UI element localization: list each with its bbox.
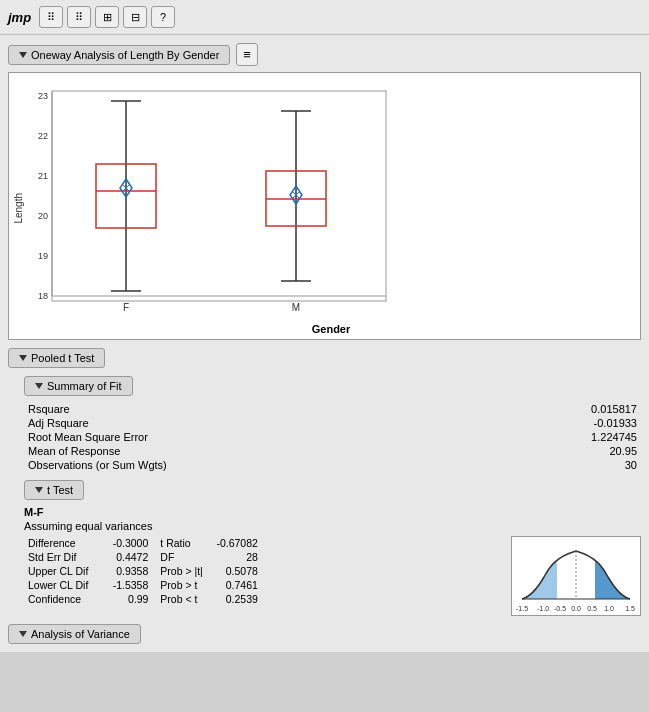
toolbar-btn-question[interactable]: ? bbox=[151, 6, 175, 28]
svg-rect-12 bbox=[52, 91, 386, 301]
svg-text:20: 20 bbox=[38, 211, 48, 221]
stat-value-mean: 20.95 bbox=[475, 444, 641, 458]
t-test-subsection: t Test M-F Assuming equal variances Diff… bbox=[24, 480, 641, 616]
t-row-label-0: Difference bbox=[24, 536, 92, 550]
t-row-val1-4: 0.99 bbox=[92, 592, 152, 606]
t-test-label: t Test bbox=[47, 484, 73, 496]
svg-text:-1.0: -1.0 bbox=[537, 605, 549, 612]
t-row-stat-label-0: t Ratio bbox=[152, 536, 207, 550]
summary-of-fit-section: Summary of Fit Rsquare 0.015817 Adj Rsqu… bbox=[24, 376, 641, 472]
stat-value-adj-rsquare: -0.01933 bbox=[475, 416, 641, 430]
t-test-data: Difference -0.3000 t Ratio -0.67082 Std … bbox=[24, 536, 507, 606]
table-row: Std Err Dif 0.4472 DF 28 bbox=[24, 550, 262, 564]
svg-text:-0.5: -0.5 bbox=[554, 605, 566, 612]
stat-value-rsquare: 0.015817 bbox=[475, 402, 641, 416]
stat-name-obs: Observations (or Sum Wgts) bbox=[24, 458, 475, 472]
summary-of-fit-btn[interactable]: Summary of Fit bbox=[24, 376, 133, 396]
summary-of-fit-label: Summary of Fit bbox=[47, 380, 122, 392]
chart-inner: Length 23 22 21 20 19 18 bbox=[13, 81, 636, 335]
t-row-label-4: Confidence bbox=[24, 592, 92, 606]
t-row-stat-label-2: Prob > |t| bbox=[152, 564, 207, 578]
svg-text:0.5: 0.5 bbox=[587, 605, 597, 612]
chart-svg: 23 22 21 20 19 18 bbox=[26, 81, 396, 321]
t-test-triangle-icon bbox=[35, 487, 43, 493]
stat-name-rmse: Root Mean Square Error bbox=[24, 430, 475, 444]
t-row-label-1: Std Err Dif bbox=[24, 550, 92, 564]
svg-text:M: M bbox=[292, 302, 300, 313]
toolbar-btn-grid[interactable]: ⊟ bbox=[123, 6, 147, 28]
t-row-stat-label-3: Prob > t bbox=[152, 578, 207, 592]
svg-text:23: 23 bbox=[38, 91, 48, 101]
t-row-val1-3: -1.5358 bbox=[92, 578, 152, 592]
table-row: Observations (or Sum Wgts) 30 bbox=[24, 458, 641, 472]
toolbar-btn-dots2[interactable]: ⠿ bbox=[39, 6, 63, 28]
svg-text:22: 22 bbox=[38, 131, 48, 141]
table-row: Difference -0.3000 t Ratio -0.67082 bbox=[24, 536, 262, 550]
table-row: Rsquare 0.015817 bbox=[24, 402, 641, 416]
toolbar-btn-dots4[interactable]: ⠿ bbox=[67, 6, 91, 28]
analysis-triangle-icon bbox=[19, 631, 27, 637]
t-row-stat-val-4: 0.2539 bbox=[207, 592, 262, 606]
stat-value-obs: 30 bbox=[475, 458, 641, 472]
svg-text:1.0: 1.0 bbox=[604, 605, 614, 612]
t-row-label-2: Upper CL Dif bbox=[24, 564, 92, 578]
t-row-val1-2: 0.9358 bbox=[92, 564, 152, 578]
t-row-val1-0: -0.3000 bbox=[92, 536, 152, 550]
chart-area: 23 22 21 20 19 18 bbox=[26, 81, 636, 335]
analysis-of-variance-label: Analysis of Variance bbox=[31, 628, 130, 640]
stat-name-mean: Mean of Response bbox=[24, 444, 475, 458]
main-content: Oneway Analysis of Length By Gender ≡ Le… bbox=[0, 35, 649, 652]
oneway-title: Oneway Analysis of Length By Gender bbox=[31, 49, 219, 61]
svg-text:0.0: 0.0 bbox=[571, 605, 581, 612]
t-row-stat-val-1: 28 bbox=[207, 550, 262, 564]
t-test-comparison: M-F bbox=[24, 506, 641, 518]
stat-name-rsquare: Rsquare bbox=[24, 402, 475, 416]
y-axis-label: Length bbox=[13, 193, 24, 224]
toolbar-btn-split[interactable]: ⊞ bbox=[95, 6, 119, 28]
t-row-stat-val-0: -0.67082 bbox=[207, 536, 262, 550]
table-row: Upper CL Dif 0.9358 Prob > |t| 0.5078 bbox=[24, 564, 262, 578]
svg-text:1.5: 1.5 bbox=[625, 605, 635, 612]
normal-curve-svg: -1.5 -1.0 -0.5 0.0 0.5 1.0 1.5 bbox=[512, 539, 640, 614]
svg-text:19: 19 bbox=[38, 251, 48, 261]
pooled-t-test-label: Pooled t Test bbox=[31, 352, 94, 364]
table-row: Root Mean Square Error 1.224745 bbox=[24, 430, 641, 444]
t-row-stat-label-4: Prob < t bbox=[152, 592, 207, 606]
pooled-t-test-section: Pooled t Test bbox=[8, 348, 641, 368]
stat-name-adj-rsquare: Adj Rsquare bbox=[24, 416, 475, 430]
table-row: Mean of Response 20.95 bbox=[24, 444, 641, 458]
svg-text:21: 21 bbox=[38, 171, 48, 181]
svg-text:18: 18 bbox=[38, 291, 48, 301]
pooled-t-test-btn[interactable]: Pooled t Test bbox=[8, 348, 105, 368]
normal-curve-container: -1.5 -1.0 -0.5 0.0 0.5 1.0 1.5 bbox=[511, 536, 641, 616]
analysis-of-variance-btn[interactable]: Analysis of Variance bbox=[8, 624, 141, 644]
table-row: Adj Rsquare -0.01933 bbox=[24, 416, 641, 430]
t-row-stat-label-1: DF bbox=[152, 550, 207, 564]
chart-container: Length 23 22 21 20 19 18 bbox=[8, 72, 641, 340]
svg-text:-1.5: -1.5 bbox=[516, 605, 528, 612]
analysis-of-variance-section: Analysis of Variance bbox=[8, 624, 641, 644]
table-row: Confidence 0.99 Prob < t 0.2539 bbox=[24, 592, 262, 606]
oneway-header: Oneway Analysis of Length By Gender ≡ bbox=[8, 43, 641, 66]
oneway-triangle-icon bbox=[19, 52, 27, 58]
t-test-assumption: Assuming equal variances bbox=[24, 520, 641, 532]
t-test-btn[interactable]: t Test bbox=[24, 480, 84, 500]
stat-value-rmse: 1.224745 bbox=[475, 430, 641, 444]
t-row-stat-val-3: 0.7461 bbox=[207, 578, 262, 592]
svg-text:F: F bbox=[123, 302, 129, 313]
table-row: Lower CL Dif -1.5358 Prob > t 0.7461 bbox=[24, 578, 262, 592]
toolbar: jmp ⠿ ⠿ ⊞ ⊟ ? bbox=[0, 0, 649, 35]
t-row-label-3: Lower CL Dif bbox=[24, 578, 92, 592]
summary-stats-table: Rsquare 0.015817 Adj Rsquare -0.01933 Ro… bbox=[24, 402, 641, 472]
x-axis-label: Gender bbox=[26, 323, 636, 335]
t-row-val1-1: 0.4472 bbox=[92, 550, 152, 564]
t-test-data-row: Difference -0.3000 t Ratio -0.67082 Std … bbox=[24, 536, 641, 616]
t-row-stat-val-2: 0.5078 bbox=[207, 564, 262, 578]
oneway-menu-btn[interactable]: ≡ bbox=[236, 43, 258, 66]
pooled-triangle-icon bbox=[19, 355, 27, 361]
t-test-table: Difference -0.3000 t Ratio -0.67082 Std … bbox=[24, 536, 262, 606]
app-logo: jmp bbox=[8, 10, 31, 25]
summary-triangle-icon bbox=[35, 383, 43, 389]
oneway-toggle-btn[interactable]: Oneway Analysis of Length By Gender bbox=[8, 45, 230, 65]
